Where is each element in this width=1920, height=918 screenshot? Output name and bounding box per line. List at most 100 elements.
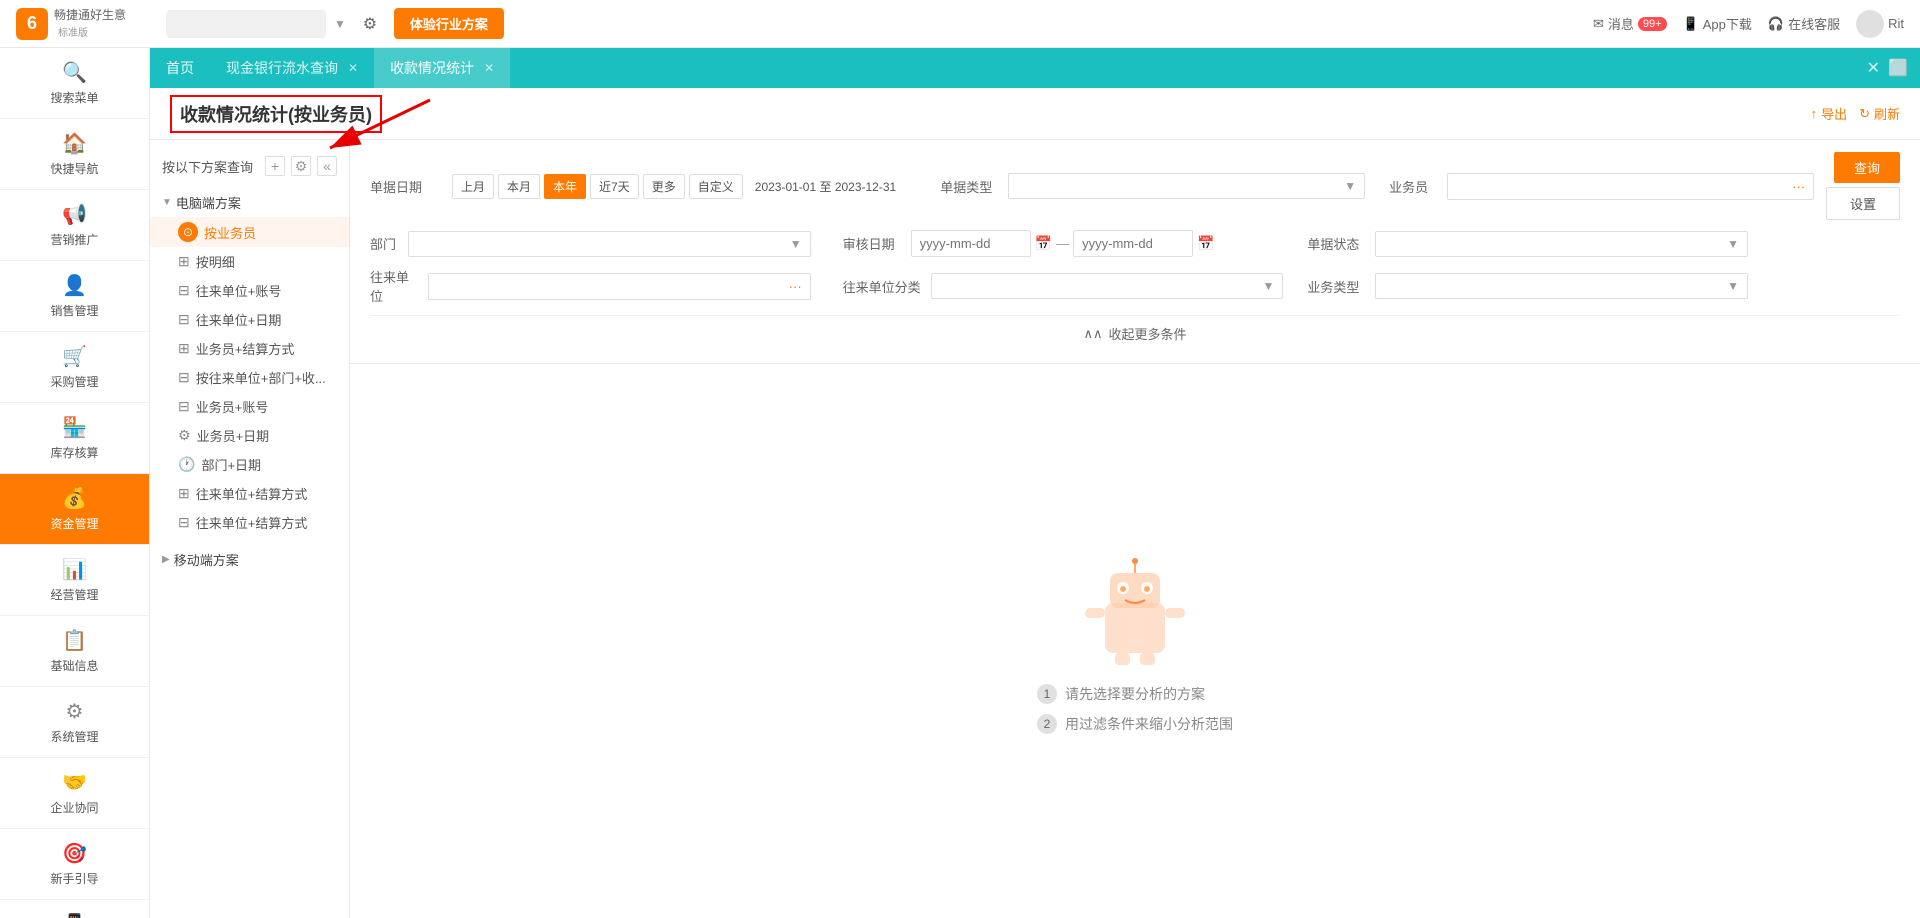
export-label: 导出: [1821, 104, 1847, 123]
tab-receipts-close[interactable]: ✕: [484, 61, 494, 75]
doc-status-select[interactable]: ▼: [1375, 231, 1748, 257]
app-download-btn[interactable]: 📱 App下载: [1683, 14, 1752, 33]
sidebar-item-hardware[interactable]: 📱 智能硬件: [0, 900, 149, 918]
scheme-by-salesperson[interactable]: ⊙ 按业务员: [150, 217, 349, 247]
sidebar-item-inventory[interactable]: 🏪 库存核算: [0, 403, 149, 474]
partner-more-icon[interactable]: ···: [789, 279, 802, 294]
partner-category-group: 往来单位分类 ▼: [843, 273, 1284, 299]
scheme-label-partner-account: 往来单位+账号: [196, 281, 282, 300]
scheme-salesperson-date[interactable]: ⚙ 业务员+日期: [150, 421, 349, 450]
scheme-salesperson-settlement[interactable]: ⊞ 业务员+结算方式: [150, 334, 349, 363]
desktop-scheme-parent[interactable]: ▼ 电脑端方案: [150, 188, 349, 217]
filter-actions: 查询 设置: [1826, 152, 1900, 220]
filter-row-1: 单据日期 上月 本月 本年 近7天 更多 自定义 2023-01-01 至 20…: [370, 152, 1900, 220]
sidebar-item-marketing[interactable]: 📢 营销推广: [0, 190, 149, 261]
query-button[interactable]: 查询: [1834, 152, 1900, 183]
export-button[interactable]: ↑ 导出: [1811, 104, 1848, 123]
sidebar-label-system: 系统管理: [50, 728, 98, 745]
enterprise-icon: 🤝: [62, 770, 87, 795]
scheme-dept-date[interactable]: 🕐 部门+日期: [150, 450, 349, 479]
scheme-partner-dept[interactable]: ⊟ 按往来单位+部门+收...: [150, 363, 349, 392]
user-avatar[interactable]: Rit: [1856, 10, 1904, 38]
chevron-down-icon[interactable]: ▼: [334, 17, 346, 31]
sidebar-item-sales[interactable]: 👤 销售管理: [0, 261, 149, 332]
mobile-scheme-label: 移动端方案: [174, 550, 239, 569]
scheme-label-dept-date: 部门+日期: [201, 455, 261, 474]
doc-type-select[interactable]: ▼: [1008, 173, 1365, 199]
calendar-to-icon[interactable]: 📅: [1197, 235, 1214, 252]
messages-badge: 99+: [1638, 17, 1667, 31]
date-btn-custom[interactable]: 自定义: [689, 174, 743, 199]
messages-btn[interactable]: ✉ 消息 99+: [1593, 14, 1667, 33]
partner-settlement2-icon: ⊟: [178, 514, 190, 531]
scheme-partner-account[interactable]: ⊟ 往来单位+账号: [150, 276, 349, 305]
header-center: ▼ ⚙ 体验行业方案: [166, 8, 1593, 40]
tab-bank[interactable]: 现金银行流水查询 ✕: [210, 48, 374, 88]
sidebar-item-guide[interactable]: 🎯 新手引导: [0, 829, 149, 900]
filter-row-3: 往来单位 ··· 往来单位分类 ▼: [370, 267, 1900, 305]
sidebar-item-basic[interactable]: 📋 基础信息: [0, 616, 149, 687]
trial-button[interactable]: 体验行业方案: [394, 8, 504, 39]
business-type-select[interactable]: ▼: [1375, 273, 1748, 299]
sidebar-item-search[interactable]: 🔍 搜索菜单: [0, 48, 149, 119]
sidebar-label-finance: 资金管理: [50, 515, 98, 532]
sidebar-item-operations[interactable]: 📊 经营管理: [0, 545, 149, 616]
scheme-partner-date[interactable]: ⊟ 往来单位+日期: [150, 305, 349, 334]
scheme-settings-icon[interactable]: ⚙: [291, 156, 311, 176]
collapse-filters-btn[interactable]: ∧∧ 收起更多条件: [370, 315, 1900, 351]
partner-category-select[interactable]: ▼: [931, 273, 1284, 299]
sidebar-label-marketing: 营销推广: [50, 231, 98, 248]
review-date-from[interactable]: [911, 230, 1031, 257]
calendar-from-icon[interactable]: 📅: [1035, 235, 1052, 252]
doc-status-arrow-icon: ▼: [1727, 237, 1739, 251]
maximize-window-icon[interactable]: ⬜: [1888, 58, 1908, 78]
scheme-partner-settlement2[interactable]: ⊟ 往来单位+结算方式: [150, 508, 349, 537]
tip-label-2: 用过滤条件来缩小分析范围: [1065, 714, 1233, 734]
date-btn-7days[interactable]: 近7天: [590, 174, 639, 199]
date-btn-more[interactable]: 更多: [643, 174, 685, 199]
content-area: 首页 现金银行流水查询 ✕ 收款情况统计 ✕ ✕ ⬜ 收款情况统计(按业务员) …: [150, 48, 1920, 918]
dept-select[interactable]: ▼: [408, 231, 811, 257]
mobile-scheme-parent[interactable]: ▶ 移动端方案: [150, 545, 349, 574]
collapse-panel-icon[interactable]: «: [317, 156, 337, 176]
tab-bank-close[interactable]: ✕: [348, 61, 358, 75]
header-right: ✉ 消息 99+ 📱 App下载 🎧 在线客服 Rit: [1593, 10, 1904, 38]
review-date-to[interactable]: [1073, 230, 1193, 257]
close-window-icon[interactable]: ✕: [1867, 58, 1880, 78]
version-badge: 标准版: [58, 24, 126, 39]
sidebar-item-enterprise[interactable]: 🤝 企业协同: [0, 758, 149, 829]
scheme-partner-settlement1[interactable]: ⊞ 往来单位+结算方式: [150, 479, 349, 508]
tab-receipts[interactable]: 收款情况统计 ✕: [374, 48, 510, 88]
partner-select[interactable]: ···: [428, 273, 811, 300]
partner-date-icon: ⊟: [178, 311, 190, 328]
salesperson-account-icon: ⊟: [178, 398, 190, 415]
sales-icon: 👤: [62, 273, 87, 298]
sidebar-item-finance[interactable]: 💰 资金管理: [0, 474, 149, 545]
date-range: 2023-01-01 至 2023-12-31: [755, 178, 896, 195]
tab-home[interactable]: 首页: [150, 48, 210, 88]
sidebar-label-purchase: 采购管理: [50, 373, 98, 390]
page-header: 收款情况统计(按业务员) ↑ 导出 ↻ 刷新: [150, 88, 1920, 140]
scheme-label-salesperson-settlement: 业务员+结算方式: [196, 339, 295, 358]
filter-panel: 单据日期 上月 本月 本年 近7天 更多 自定义 2023-01-01 至 20…: [350, 140, 1920, 364]
date-btn-last-month[interactable]: 上月: [452, 174, 494, 199]
sidebar-item-system[interactable]: ⚙ 系统管理: [0, 687, 149, 758]
company-selector[interactable]: [166, 10, 326, 38]
scheme-salesperson-account[interactable]: ⊟ 业务员+账号: [150, 392, 349, 421]
main-content-body: 按以下方案查询 + ⚙ « ▼ 电脑端方案 ⊙: [150, 140, 1920, 918]
online-service-btn[interactable]: 🎧 在线客服: [1768, 14, 1840, 33]
date-btn-this-year[interactable]: 本年: [544, 174, 586, 199]
dept-arrow-icon: ▼: [790, 237, 802, 251]
refresh-button[interactable]: ↻ 刷新: [1859, 104, 1900, 123]
add-scheme-icon[interactable]: +: [265, 156, 285, 176]
salesperson-date-icon: ⚙: [178, 427, 191, 444]
settings-button[interactable]: 设置: [1826, 187, 1900, 220]
sidebar-item-purchase[interactable]: 🛒 采购管理: [0, 332, 149, 403]
salesperson-more-icon[interactable]: ···: [1792, 179, 1805, 194]
hardware-icon: 📱: [62, 912, 87, 918]
salesperson-select[interactable]: ···: [1447, 173, 1814, 200]
sidebar-item-quicknav[interactable]: 🏠 快捷导航: [0, 119, 149, 190]
date-btn-this-month[interactable]: 本月: [498, 174, 540, 199]
scheme-by-detail[interactable]: ⊞ 按明细: [150, 247, 349, 276]
gear-button[interactable]: ⚙: [354, 8, 386, 40]
